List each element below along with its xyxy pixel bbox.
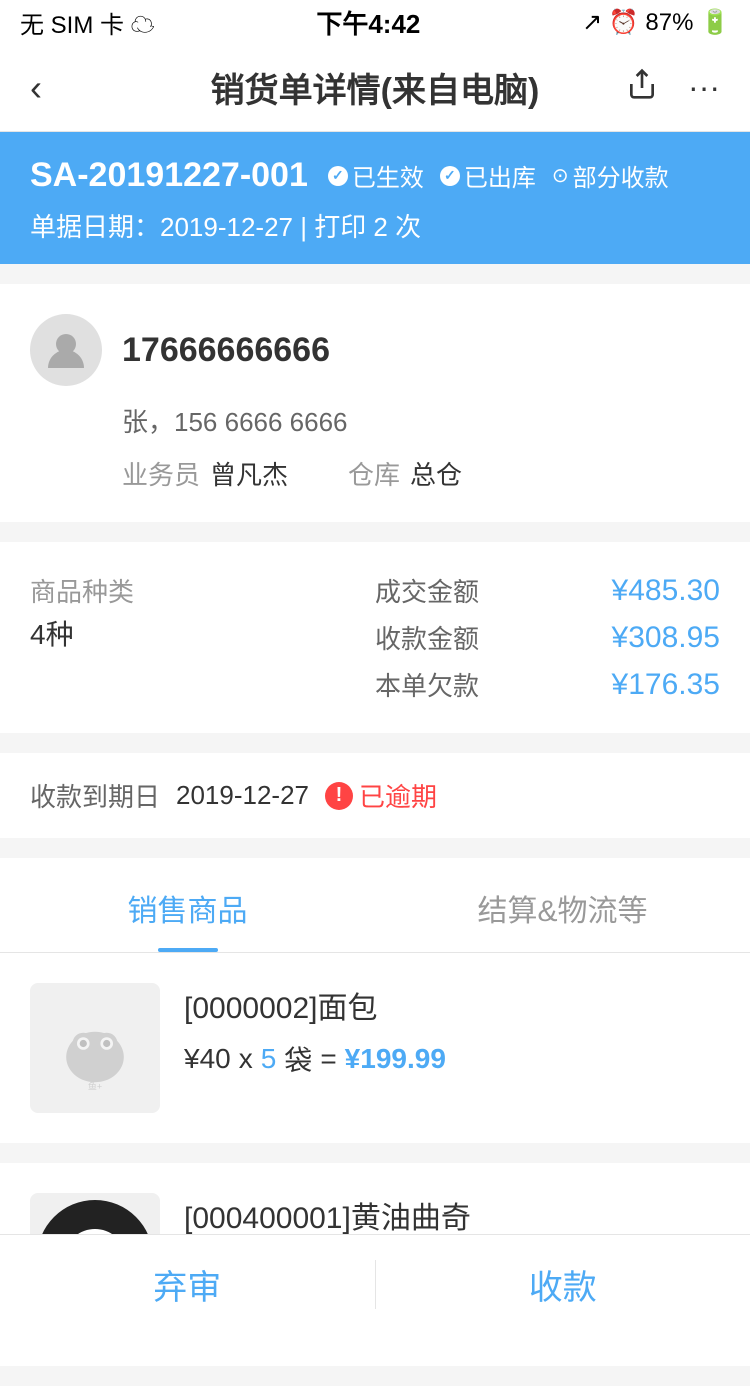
status-left: 无 SIM 卡 ☁ bbox=[20, 5, 155, 40]
banner-doc-date: 单据日期：2019-12-27 | 打印 2 次 bbox=[30, 207, 720, 244]
nav-actions: ··· bbox=[626, 68, 720, 108]
status-payment: ⊙ 部分收款 bbox=[552, 158, 669, 193]
tabs-section: 销售商品 结算&物流等 bbox=[0, 858, 750, 953]
battery-label: ↗ ⏰ 87% 🔋 bbox=[582, 8, 730, 37]
sim-label: 无 SIM 卡 ☁ bbox=[20, 5, 155, 40]
more-button[interactable]: ··· bbox=[688, 69, 720, 106]
customer-name: 17666666666 bbox=[122, 331, 330, 370]
bottom-bar: 弃审 收款 bbox=[0, 1234, 750, 1334]
customer-avatar bbox=[30, 314, 102, 386]
nav-bar: ‹ 销货单详情(来自电脑) ··· bbox=[0, 44, 750, 132]
status-right: ↗ ⏰ 87% 🔋 bbox=[582, 8, 730, 37]
product-x-1: x bbox=[239, 1043, 253, 1075]
status-bar: 无 SIM 卡 ☁ 下午4:42 ↗ ⏰ 87% 🔋 bbox=[0, 0, 750, 44]
product-qty-1: 5 bbox=[261, 1043, 277, 1075]
goods-type-label: 商品种类 bbox=[30, 572, 375, 609]
banner-top: SA-20191227-001 已生效 已出库 ⊙ 部分收款 bbox=[30, 156, 720, 195]
status-time: 下午4:42 bbox=[316, 4, 420, 41]
svg-text:鱼+: 鱼+ bbox=[88, 1080, 102, 1091]
product-price-row-1: ¥40 x 5 袋 = ¥199.99 bbox=[184, 1039, 720, 1079]
order-id: SA-20191227-001 bbox=[30, 156, 308, 195]
customer-meta: 业务员 曾凡杰 仓库 总仓 bbox=[122, 455, 720, 492]
warehouse-label: 仓库 bbox=[348, 455, 400, 492]
received-amount-row: 收款金额 ¥308.95 bbox=[375, 619, 720, 656]
customer-row: 17666666666 bbox=[30, 314, 720, 386]
due-date-section: 收款到期日 2019-12-27 ! 已逾期 bbox=[0, 753, 750, 838]
transaction-amount-value: ¥485.30 bbox=[612, 574, 720, 608]
product-item: 鱼+ [0000002]面包 ¥40 x 5 袋 = ¥199.99 bbox=[0, 953, 750, 1143]
product-eq-1: = bbox=[320, 1043, 336, 1075]
product-thumb-1: 鱼+ bbox=[30, 983, 160, 1113]
owed-amount-label: 本单欠款 bbox=[375, 666, 479, 703]
stats-goods-type: 商品种类 4种 bbox=[30, 572, 375, 653]
stats-section: 商品种类 4种 成交金额 ¥485.30 收款金额 ¥308.95 本单欠款 ¥… bbox=[0, 542, 750, 733]
customer-contact: 张，156 6666 6666 bbox=[122, 402, 720, 439]
product-unit-1: 袋 bbox=[284, 1039, 312, 1079]
due-date-label: 收款到期日 bbox=[30, 777, 160, 814]
product-total-1: ¥199.99 bbox=[345, 1043, 446, 1075]
order-header-banner: SA-20191227-001 已生效 已出库 ⊙ 部分收款 单据日期：2019… bbox=[0, 132, 750, 264]
tab-products[interactable]: 销售商品 bbox=[0, 858, 375, 952]
goods-type-value: 4种 bbox=[30, 613, 375, 653]
overdue-text: 已逾期 bbox=[359, 777, 437, 814]
back-button[interactable]: ‹ bbox=[20, 57, 52, 119]
cancel-audit-button[interactable]: 弃审 bbox=[0, 1260, 375, 1309]
tab-settlement[interactable]: 结算&物流等 bbox=[375, 858, 750, 952]
sales-label: 业务员 bbox=[122, 455, 200, 492]
transaction-amount-label: 成交金额 bbox=[375, 572, 479, 609]
transaction-amount-row: 成交金额 ¥485.30 bbox=[375, 572, 720, 609]
owed-amount-value: ¥176.35 bbox=[612, 668, 720, 702]
due-date-value: 2019-12-27 bbox=[176, 780, 309, 811]
sales-value: 曾凡杰 bbox=[210, 455, 288, 492]
receive-payment-button[interactable]: 收款 bbox=[375, 1260, 750, 1309]
status-shipped: 已出库 bbox=[440, 158, 536, 193]
customer-section: 17666666666 张，156 6666 6666 业务员 曾凡杰 仓库 总… bbox=[0, 284, 750, 522]
tabs-row: 销售商品 结算&物流等 bbox=[0, 858, 750, 952]
received-amount-label: 收款金额 bbox=[375, 619, 479, 656]
check-shipped-icon bbox=[440, 166, 460, 186]
product-info-1: [0000002]面包 ¥40 x 5 袋 = ¥199.99 bbox=[184, 983, 720, 1079]
status-effective: 已生效 bbox=[328, 158, 424, 193]
overdue-badge: ! 已逾期 bbox=[325, 777, 437, 814]
check-effective-icon bbox=[328, 166, 348, 186]
clock-icon: ⊙ bbox=[552, 163, 569, 188]
warehouse-value: 总仓 bbox=[410, 455, 462, 492]
share-button[interactable] bbox=[626, 68, 658, 108]
owed-amount-row: 本单欠款 ¥176.35 bbox=[375, 666, 720, 703]
product-name-1: [0000002]面包 bbox=[184, 983, 720, 1027]
status-tags: 已生效 已出库 ⊙ 部分收款 bbox=[328, 158, 669, 193]
overdue-icon: ! bbox=[325, 782, 353, 810]
stats-amounts: 成交金额 ¥485.30 收款金额 ¥308.95 本单欠款 ¥176.35 bbox=[375, 572, 720, 703]
product-name-2: [000400001]黄油曲奇 bbox=[184, 1193, 720, 1237]
page-title: 销货单详情(来自电脑) bbox=[211, 63, 540, 112]
received-amount-value: ¥308.95 bbox=[612, 621, 720, 655]
product-price-1: ¥40 bbox=[184, 1043, 231, 1075]
